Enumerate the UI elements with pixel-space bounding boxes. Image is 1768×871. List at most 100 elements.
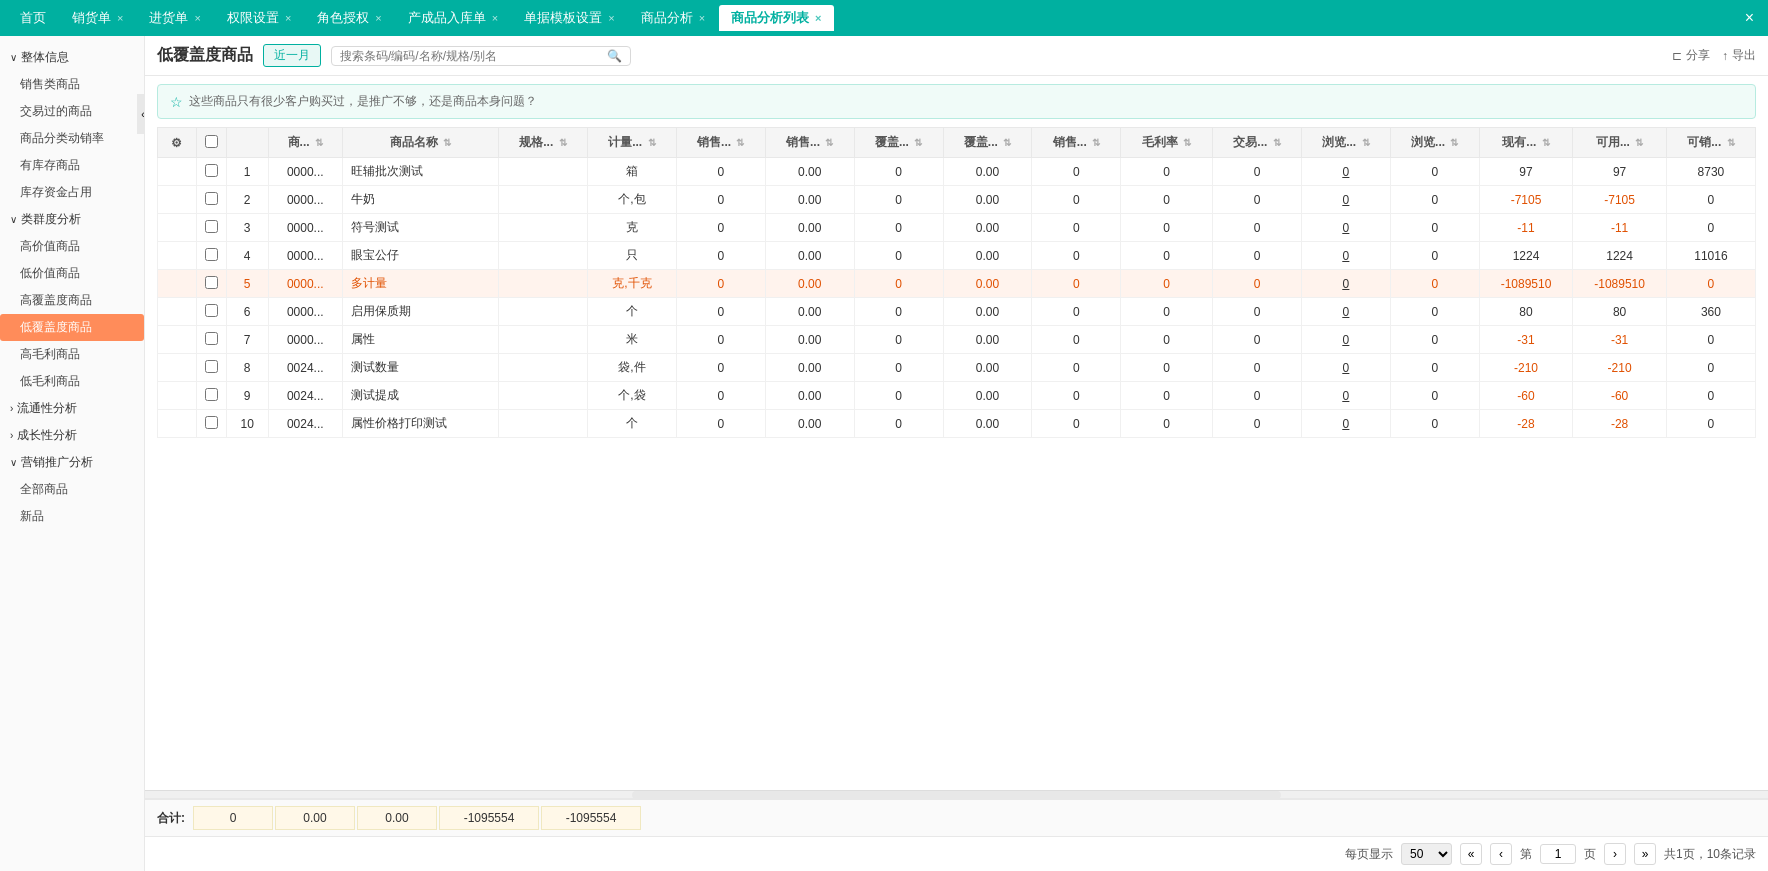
sidebar-group-cluster[interactable]: ∨ 类群度分析 [0, 206, 144, 233]
close-icon[interactable]: × [815, 12, 821, 24]
close-all-button[interactable]: × [1739, 7, 1760, 29]
sidebar-item-high-margin[interactable]: 高毛利商品 [0, 341, 144, 368]
sidebar-group-circulation[interactable]: › 流通性分析 [0, 395, 144, 422]
close-icon[interactable]: × [608, 12, 614, 24]
row-checkbox-cell[interactable] [196, 186, 226, 214]
page-size-select[interactable]: 50 100 200 [1401, 843, 1452, 865]
sales3-column-header[interactable]: 销售... ⇅ [1032, 128, 1121, 158]
browse2-column-header[interactable]: 浏览... ⇅ [1390, 128, 1479, 158]
horizontal-scrollbar[interactable] [145, 790, 1768, 798]
close-icon[interactable]: × [699, 12, 705, 24]
settings-icon[interactable]: ⚙ [171, 136, 182, 150]
nav-item-purchase[interactable]: 进货单 × [137, 5, 212, 31]
row-browse1[interactable]: 0 [1301, 410, 1390, 438]
checkbox-column-header[interactable] [196, 128, 226, 158]
nav-item-home[interactable]: 首页 [8, 5, 58, 31]
row-browse1[interactable]: 0 [1301, 242, 1390, 270]
sidebar-item-all-goods[interactable]: 全部商品 [0, 476, 144, 503]
sidebar-group-overall[interactable]: ∨ 整体信息 [0, 44, 144, 71]
sales2-column-header[interactable]: 销售... ⇅ [765, 128, 854, 158]
code-column-header[interactable]: 商... ⇅ [268, 128, 342, 158]
sidebar-item-low-margin[interactable]: 低毛利商品 [0, 368, 144, 395]
row-name[interactable]: 多计量 [342, 270, 498, 298]
stock2-column-header[interactable]: 可用... ⇅ [1573, 128, 1667, 158]
search-input[interactable] [340, 49, 603, 63]
row-browse1[interactable]: 0 [1301, 214, 1390, 242]
export-button[interactable]: ↑ 导出 [1722, 47, 1756, 64]
settings-column-header[interactable]: ⚙ [158, 128, 197, 158]
search-icon[interactable]: 🔍 [607, 49, 622, 63]
name-column-header[interactable]: 商品名称 ⇅ [342, 128, 498, 158]
share-button[interactable]: ⊏ 分享 [1672, 47, 1710, 64]
sidebar-item-high-coverage[interactable]: 高覆盖度商品 [0, 287, 144, 314]
next-page-button[interactable]: › [1604, 843, 1626, 865]
row-checkbox[interactable] [205, 416, 218, 429]
unit-column-header[interactable]: 计量... ⇅ [587, 128, 676, 158]
sidebar-item-sales-goods[interactable]: 销售类商品 [0, 71, 144, 98]
row-checkbox-cell[interactable] [196, 354, 226, 382]
sidebar-group-marketing[interactable]: ∨ 营销推广分析 [0, 449, 144, 476]
sidebar-item-low-value[interactable]: 低价值商品 [0, 260, 144, 287]
close-icon[interactable]: × [117, 12, 123, 24]
sidebar-item-traded-goods[interactable]: 交易过的商品 [0, 98, 144, 125]
row-checkbox-cell[interactable] [196, 326, 226, 354]
row-checkbox-cell[interactable] [196, 214, 226, 242]
row-name[interactable]: 旺辅批次测试 [342, 158, 498, 186]
stock1-column-header[interactable]: 现有... ⇅ [1479, 128, 1573, 158]
row-checkbox-cell[interactable] [196, 410, 226, 438]
row-name[interactable]: 符号测试 [342, 214, 498, 242]
row-checkbox[interactable] [205, 164, 218, 177]
row-checkbox[interactable] [205, 388, 218, 401]
row-browse1[interactable]: 0 [1301, 298, 1390, 326]
nav-item-template[interactable]: 单据模板设置 × [512, 5, 626, 31]
row-checkbox[interactable] [205, 220, 218, 233]
row-checkbox-cell[interactable] [196, 242, 226, 270]
sidebar-collapse-button[interactable]: « [137, 94, 145, 134]
sidebar-item-category-rate[interactable]: 商品分类动销率 [0, 125, 144, 152]
row-checkbox[interactable] [205, 360, 218, 373]
row-name[interactable]: 测试提成 [342, 382, 498, 410]
sidebar-item-low-coverage[interactable]: 低覆盖度商品 [0, 314, 144, 341]
row-checkbox-cell[interactable] [196, 158, 226, 186]
nav-item-analysis[interactable]: 商品分析 × [629, 5, 717, 31]
nav-item-analysis-list[interactable]: 商品分析列表 × [719, 5, 833, 31]
page-number-input[interactable] [1540, 844, 1576, 864]
sidebar-group-growth[interactable]: › 成长性分析 [0, 422, 144, 449]
close-icon[interactable]: × [285, 12, 291, 24]
browse1-column-header[interactable]: 浏览... ⇅ [1301, 128, 1390, 158]
gross-column-header[interactable]: 毛利率 ⇅ [1121, 128, 1213, 158]
close-icon[interactable]: × [492, 12, 498, 24]
close-icon[interactable]: × [194, 12, 200, 24]
time-filter-button[interactable]: 近一月 [263, 44, 321, 67]
last-page-button[interactable]: » [1634, 843, 1656, 865]
row-name[interactable]: 眼宝公仔 [342, 242, 498, 270]
row-checkbox[interactable] [205, 276, 218, 289]
trade-column-header[interactable]: 交易... ⇅ [1213, 128, 1302, 158]
row-name[interactable]: 属性 [342, 326, 498, 354]
row-name[interactable]: 属性价格打印测试 [342, 410, 498, 438]
row-checkbox[interactable] [205, 332, 218, 345]
sales1-column-header[interactable]: 销售... ⇅ [676, 128, 765, 158]
sidebar-item-high-value[interactable]: 高价值商品 [0, 233, 144, 260]
sidebar-item-in-stock[interactable]: 有库存商品 [0, 152, 144, 179]
row-browse1[interactable]: 0 [1301, 158, 1390, 186]
nav-item-permissions[interactable]: 权限设置 × [215, 5, 303, 31]
row-name[interactable]: 启用保质期 [342, 298, 498, 326]
row-name[interactable]: 牛奶 [342, 186, 498, 214]
cover1-column-header[interactable]: 覆盖... ⇅ [854, 128, 943, 158]
row-checkbox[interactable] [205, 248, 218, 261]
row-checkbox-cell[interactable] [196, 298, 226, 326]
select-all-checkbox[interactable] [205, 135, 218, 148]
sidebar-item-capital[interactable]: 库存资金占用 [0, 179, 144, 206]
row-browse1[interactable]: 0 [1301, 326, 1390, 354]
cover2-column-header[interactable]: 覆盖... ⇅ [943, 128, 1032, 158]
sellable-column-header[interactable]: 可销... ⇅ [1666, 128, 1755, 158]
sidebar-item-new-goods[interactable]: 新品 [0, 503, 144, 530]
prev-page-button[interactable]: ‹ [1490, 843, 1512, 865]
spec-column-header[interactable]: 规格... ⇅ [499, 128, 588, 158]
row-browse1[interactable]: 0 [1301, 270, 1390, 298]
row-checkbox-cell[interactable] [196, 382, 226, 410]
row-checkbox-cell[interactable] [196, 270, 226, 298]
row-name[interactable]: 测试数量 [342, 354, 498, 382]
first-page-button[interactable]: « [1460, 843, 1482, 865]
